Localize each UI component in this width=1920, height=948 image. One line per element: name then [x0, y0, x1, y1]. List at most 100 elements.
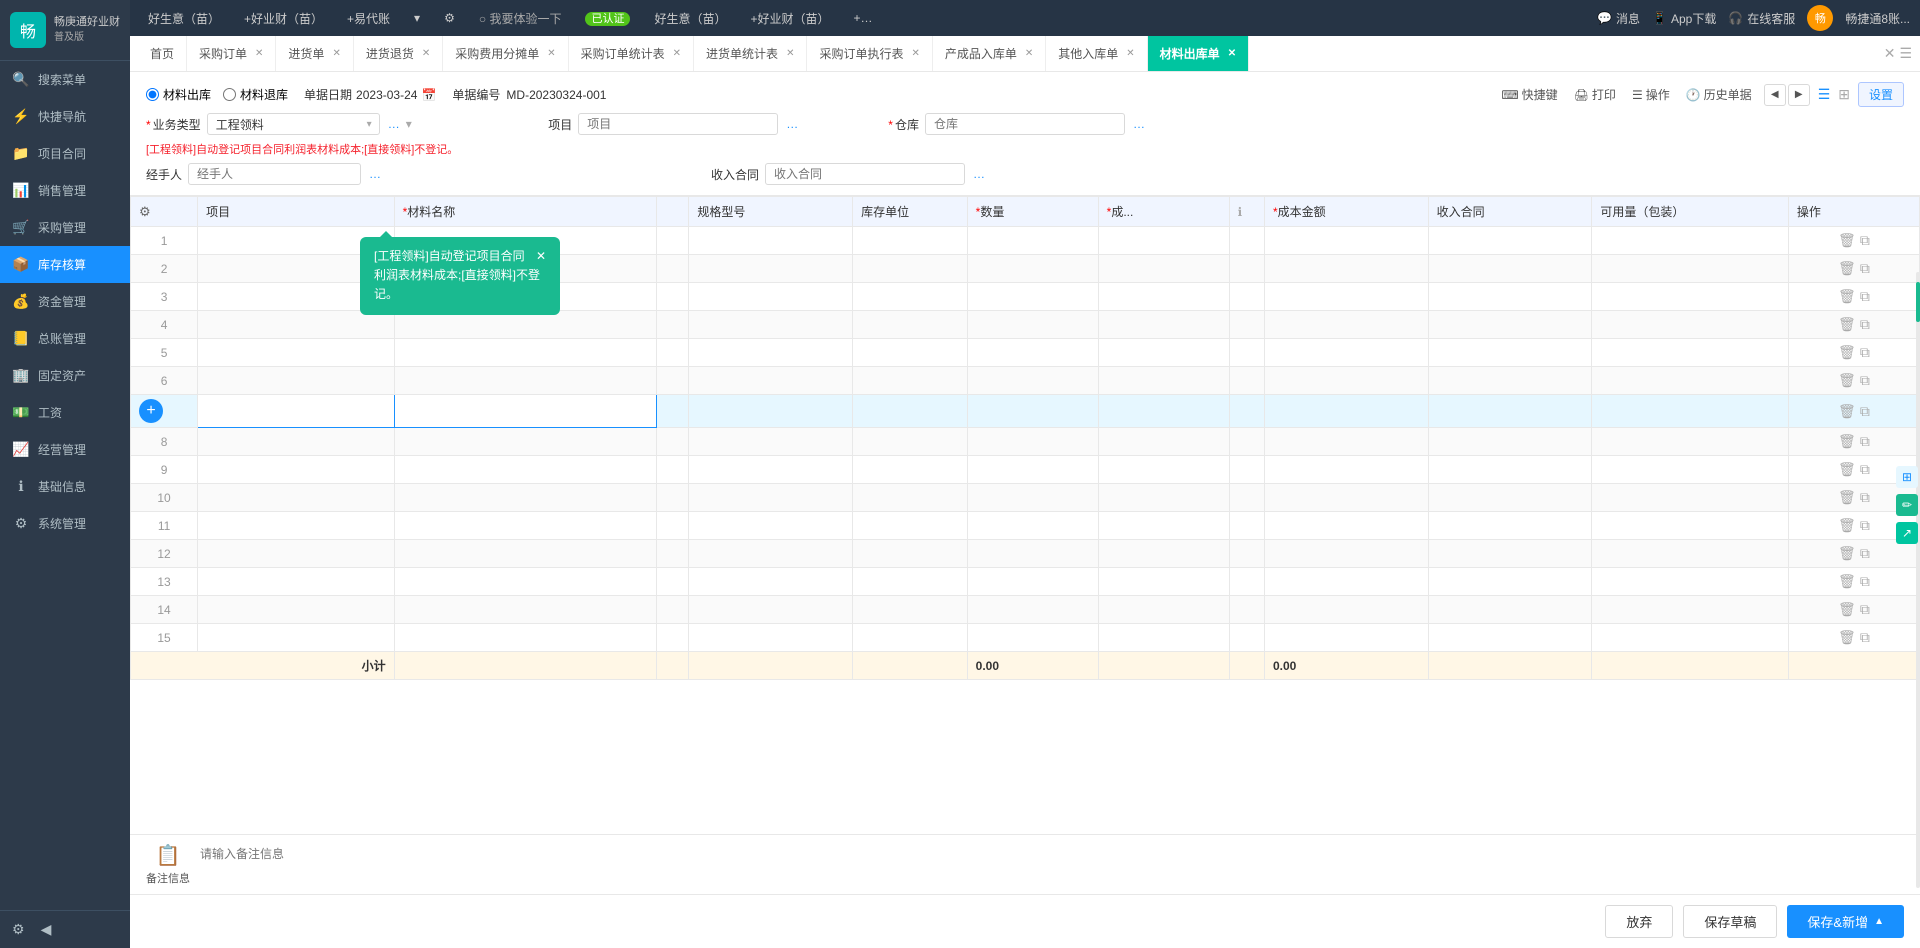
- delete-row-btn[interactable]: 🗑: [1838, 489, 1856, 506]
- username[interactable]: 畅捷通8账...: [1845, 10, 1910, 27]
- calendar-icon[interactable]: 📅: [421, 88, 436, 102]
- sidebar-item-quicknav[interactable]: ⚡ 快捷导航: [0, 98, 130, 135]
- radio-return[interactable]: 材料退库: [223, 86, 288, 103]
- save-dropdown-arrow[interactable]: ▲: [1874, 916, 1884, 927]
- side-tool-3[interactable]: ↗: [1896, 522, 1918, 544]
- shortcut-key-btn[interactable]: ⌨ 快捷键: [1497, 84, 1561, 105]
- delete-row-btn[interactable]: 🗑: [1838, 545, 1856, 562]
- copy-row-btn[interactable]: ⧉: [1860, 545, 1870, 562]
- tab-home[interactable]: 首页: [138, 36, 187, 72]
- income-contract-ellipsis[interactable]: …: [973, 167, 985, 181]
- copy-row-btn[interactable]: ⧉: [1860, 517, 1870, 534]
- notes-input[interactable]: [200, 843, 1904, 865]
- message-btn[interactable]: 💬 消息: [1597, 10, 1640, 27]
- copy-row-btn[interactable]: ⧉: [1860, 372, 1870, 389]
- cell-cost-amount[interactable]: [1264, 255, 1428, 283]
- business-type-dropdown[interactable]: ▾: [406, 117, 412, 131]
- delete-row-btn[interactable]: 🗑: [1838, 232, 1856, 249]
- delete-row-btn[interactable]: 🗑: [1838, 372, 1856, 389]
- tooltip-close-btn[interactable]: ✕: [536, 247, 546, 266]
- sidebar-item-sales[interactable]: 📊 销售管理: [0, 172, 130, 209]
- tab-receipt-stat[interactable]: 进货单统计表 ✕: [694, 36, 807, 72]
- print-btn[interactable]: 🖨 打印: [1570, 84, 1620, 105]
- cell-quantity[interactable]: [967, 227, 1098, 255]
- sidebar-item-salary[interactable]: 💵 工资: [0, 394, 130, 431]
- tab-product-instock[interactable]: 产成品入库单 ✕: [933, 36, 1046, 72]
- close-tab-receipt-return[interactable]: ✕: [422, 48, 430, 59]
- delete-row-btn[interactable]: 🗑: [1838, 260, 1856, 277]
- copy-row-btn[interactable]: ⧉: [1860, 433, 1870, 450]
- close-tab-purchase-fee[interactable]: ✕: [547, 48, 555, 59]
- sidebar-item-project[interactable]: 📁 项目合同: [0, 135, 130, 172]
- business-type-input[interactable]: [207, 113, 380, 135]
- tab-purchase-fee[interactable]: 采购费用分摊单 ✕: [443, 36, 568, 72]
- side-tool-2[interactable]: ✏: [1896, 494, 1918, 516]
- cell-unit[interactable]: [853, 255, 968, 283]
- settings-button[interactable]: 设置: [1858, 82, 1904, 107]
- copy-row-btn[interactable]: ⧉: [1860, 344, 1870, 361]
- operate-btn[interactable]: ☰ 操作: [1628, 84, 1674, 105]
- tab-receipt-return[interactable]: 进货退货 ✕: [354, 36, 443, 72]
- online-service-btn[interactable]: 🎧 在线客服: [1728, 10, 1795, 27]
- delete-row-btn[interactable]: 🗑: [1838, 601, 1856, 618]
- delete-row-btn[interactable]: 🗑: [1838, 433, 1856, 450]
- project-ellipsis[interactable]: …: [786, 117, 798, 131]
- project-input[interactable]: [578, 113, 778, 135]
- tab-material-outstock[interactable]: 材料出库单 ✕: [1148, 36, 1249, 72]
- sidebar-item-finance[interactable]: 💰 资金管理: [0, 283, 130, 320]
- collapse-icon[interactable]: ◀: [41, 921, 52, 938]
- copy-row-btn[interactable]: ⧉: [1860, 403, 1870, 420]
- save-draft-button[interactable]: 保存草稿: [1683, 905, 1777, 938]
- copy-row-btn[interactable]: ⧉: [1860, 232, 1870, 249]
- copy-row-btn[interactable]: ⧉: [1860, 316, 1870, 333]
- col-settings[interactable]: ⚙: [131, 197, 198, 227]
- handler-ellipsis[interactable]: …: [369, 167, 381, 181]
- tab-purchase-stat[interactable]: 采购订单统计表 ✕: [569, 36, 694, 72]
- radio-out[interactable]: 材料出库: [146, 86, 211, 103]
- prev-page-btn[interactable]: ◀: [1764, 84, 1786, 106]
- sidebar-item-assets[interactable]: 🏢 固定资产: [0, 357, 130, 394]
- header-haoyecai[interactable]: +好业财（苗）: [236, 10, 331, 27]
- tab-purchase-exec[interactable]: 采购订单执行表 ✕: [807, 36, 932, 72]
- sidebar-item-system[interactable]: ⚙ 系统管理: [0, 505, 130, 542]
- close-tab-product-instock[interactable]: ✕: [1025, 48, 1033, 59]
- close-tab-purchase-order[interactable]: ✕: [255, 48, 263, 59]
- warehouse-input[interactable]: [925, 113, 1125, 135]
- handler-input[interactable]: [188, 163, 361, 185]
- gear-icon[interactable]: ⚙: [12, 921, 25, 938]
- bill-no-value[interactable]: MD-20230324-001: [506, 88, 606, 102]
- header-yidaizhang[interactable]: +易代账: [339, 10, 398, 27]
- sidebar-item-purchase[interactable]: 🛒 采购管理: [0, 209, 130, 246]
- income-contract-input[interactable]: [765, 163, 965, 185]
- copy-row-btn[interactable]: ⧉: [1860, 288, 1870, 305]
- delete-row-btn[interactable]: 🗑: [1838, 629, 1856, 646]
- cell-cost-price[interactable]: [1098, 255, 1229, 283]
- close-tab-receipt[interactable]: ✕: [332, 48, 340, 59]
- sidebar-item-ledger[interactable]: 📒 总账管理: [0, 320, 130, 357]
- cell-unit[interactable]: [853, 227, 968, 255]
- header-haoshengyi[interactable]: 好生意（苗）: [140, 10, 228, 27]
- close-tab-purchase-stat[interactable]: ✕: [673, 48, 681, 59]
- close-tab-material-outstock[interactable]: ✕: [1228, 48, 1236, 59]
- warehouse-ellipsis[interactable]: …: [1133, 117, 1145, 131]
- header-haoyecai2[interactable]: +好业财（苗）: [742, 10, 837, 27]
- delete-row-btn[interactable]: 🗑: [1838, 316, 1856, 333]
- header-settings-icon[interactable]: ⚙: [436, 11, 463, 25]
- cell-project-active[interactable]: [198, 395, 394, 428]
- col-settings-icon[interactable]: ⚙: [139, 204, 151, 219]
- delete-row-btn[interactable]: 🗑: [1838, 344, 1856, 361]
- cell-income-contract[interactable]: [1428, 227, 1592, 255]
- tab-menu[interactable]: ☰: [1899, 45, 1912, 62]
- cell-spec[interactable]: [689, 255, 853, 283]
- sidebar-item-operations[interactable]: 📈 经营管理: [0, 431, 130, 468]
- sidebar-item-basic-info[interactable]: ℹ 基础信息: [0, 468, 130, 505]
- tab-purchase-order[interactable]: 采购订单 ✕: [187, 36, 276, 72]
- next-page-btn[interactable]: ▶: [1788, 84, 1810, 106]
- tab-other-instock[interactable]: 其他入库单 ✕: [1046, 36, 1147, 72]
- close-all-tabs[interactable]: ✕: [1884, 45, 1896, 62]
- copy-row-btn[interactable]: ⧉: [1860, 260, 1870, 277]
- close-tab-other-instock[interactable]: ✕: [1126, 48, 1134, 59]
- sidebar-item-inventory[interactable]: 📦 库存核算: [0, 246, 130, 283]
- cell-material-active[interactable]: [394, 395, 656, 428]
- user-avatar[interactable]: 畅: [1807, 5, 1833, 31]
